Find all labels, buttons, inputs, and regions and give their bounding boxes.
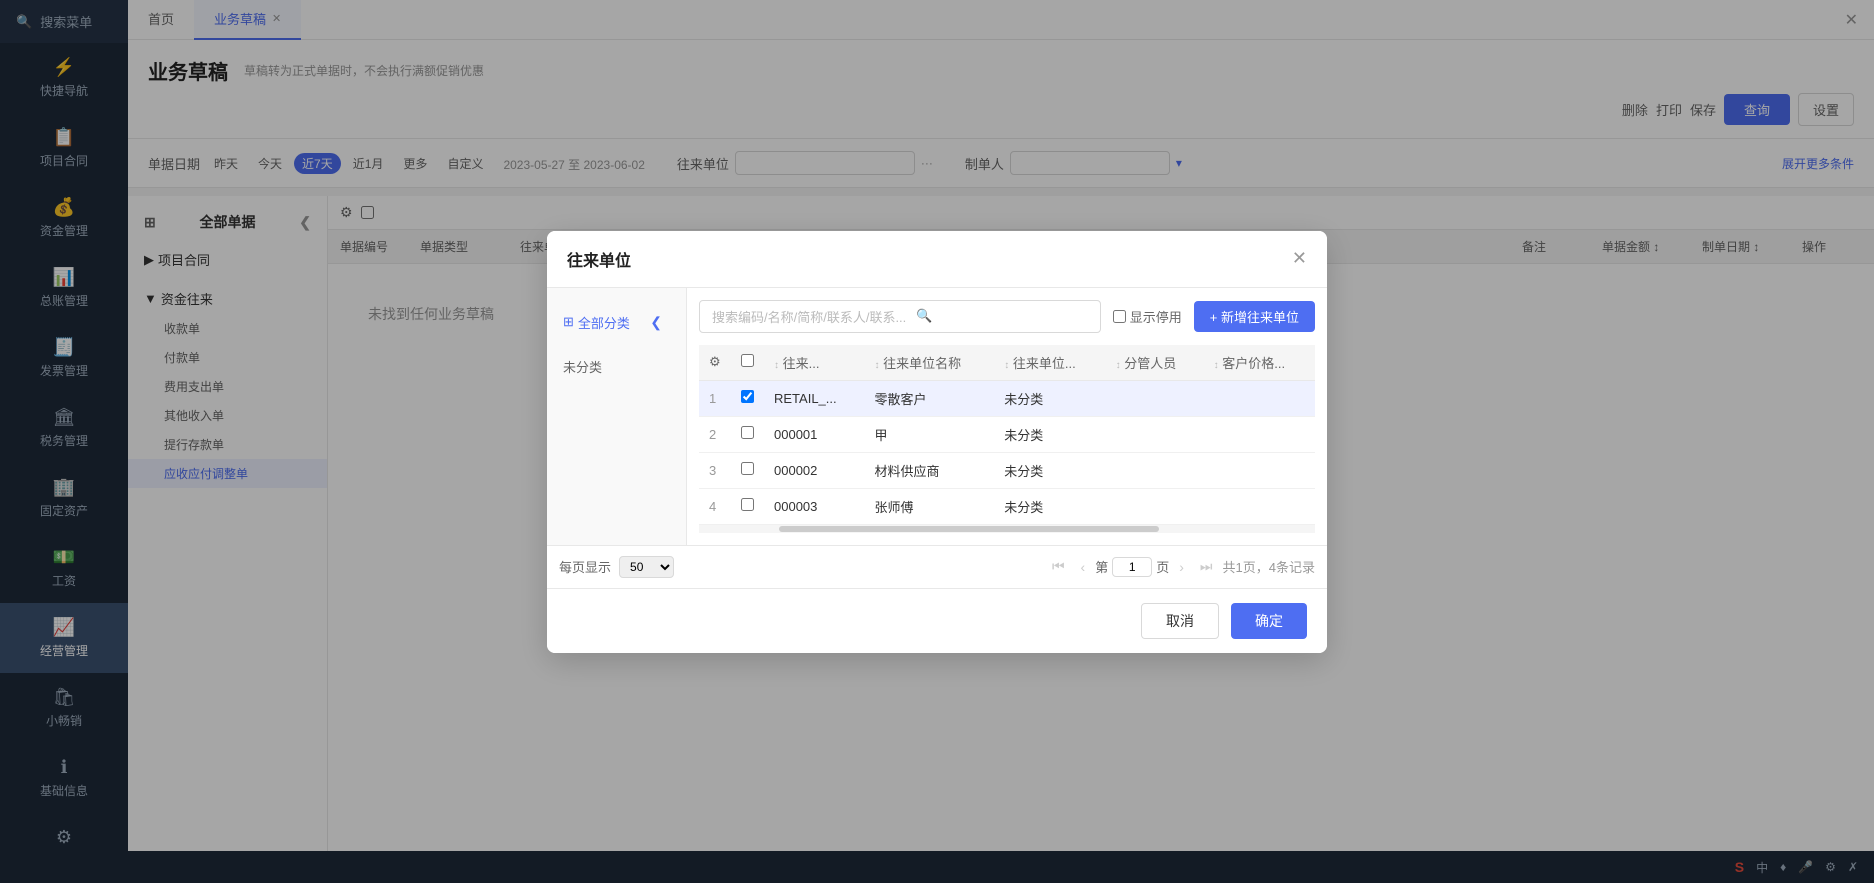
modal-collapse-icon[interactable]: ❮ [642,306,670,339]
row-price-tier [1204,452,1315,488]
page-label: 第 [1095,557,1108,576]
table-row[interactable]: 3 000002 材料供应商 未分类 [699,452,1315,488]
show-disabled-label: 显示停用 [1130,307,1182,326]
row-name: 材料供应商 [865,452,995,488]
scrollbar-thumb[interactable] [779,526,1159,532]
row-salesman [1106,380,1204,416]
th-salesman: ↕ 分管人员 [1106,345,1204,381]
search-input-wrap[interactable]: 搜索编码/名称/简称/联系人/联系... 🔍 [699,300,1101,333]
search-icon: 🔍 [916,308,932,324]
all-category-label: 全部分类 [578,313,630,332]
table-check-all[interactable] [741,354,754,367]
row-category: 未分类 [994,452,1105,488]
add-partner-button[interactable]: + 新增往来单位 [1194,301,1315,332]
th-code: ↕ 往来... [764,345,865,381]
show-disabled-checkbox[interactable] [1113,310,1126,323]
row-salesman [1106,488,1204,524]
th-check[interactable] [731,345,764,381]
modal-header: 往来单位 ✕ [547,231,1327,288]
row-category: 未分类 [994,416,1105,452]
modal-table: ⚙ ↕ 往来... ↕ 往来单位名称 ↕ 往来单位... ↕ 分管人员 ↕ 客户… [699,345,1315,525]
row-category: 未分类 [994,488,1105,524]
grid-icon: ⊞ [563,314,574,330]
row-code: RETAIL_... [764,380,865,416]
th-name: ↕ 往来单位名称 [865,345,995,381]
row-price-tier [1204,380,1315,416]
uncategorized-item[interactable]: 未分类 [547,349,686,384]
row-salesman [1106,416,1204,452]
confirm-button[interactable]: 确定 [1231,603,1307,639]
page-number-input[interactable] [1112,557,1152,577]
row-name: 张师傅 [865,488,995,524]
modal-right-panel: 搜索编码/名称/简称/联系人/联系... 🔍 显示停用 + 新增往来单位 [687,288,1327,545]
table-row[interactable]: 4 000003 张师傅 未分类 [699,488,1315,524]
show-disabled-wrap: 显示停用 [1113,307,1182,326]
row-check[interactable] [731,380,764,416]
row-num: 2 [699,416,731,452]
page-next-button[interactable]: › [1173,557,1190,577]
page-last-button[interactable]: ⏭ [1194,556,1219,577]
total-info: 共1页，4条记录 [1223,557,1315,576]
page-size-select[interactable]: 50 10 20 100 [619,556,674,578]
row-num: 1 [699,380,731,416]
row-check[interactable] [731,488,764,524]
row-code: 000003 [764,488,865,524]
modal-body: ⊞ 全部分类 ❮ 未分类 搜索编码/名称/简称/联系人/联系... 🔍 [547,288,1327,545]
modal-all-category[interactable]: ⊞ 全部分类 ❮ [547,296,686,349]
uncategorized-label: 未分类 [563,360,602,375]
row-name: 零散客户 [865,380,995,416]
modal-close-button[interactable]: ✕ [1292,248,1307,269]
table-row[interactable]: 1 RETAIL_... 零散客户 未分类 [699,380,1315,416]
row-name: 甲 [865,416,995,452]
modal-title: 往来单位 [567,247,631,271]
modal-left-panel: ⊞ 全部分类 ❮ 未分类 [547,288,687,545]
page-size-label: 每页显示 [559,557,611,576]
page-first-button[interactable]: ⏮ [1046,556,1071,577]
row-num: 4 [699,488,731,524]
modal-table-body: 1 RETAIL_... 零散客户 未分类 2 000001 甲 未分类 3 0… [699,380,1315,524]
horizontal-scrollbar[interactable] [699,525,1315,533]
table-row[interactable]: 2 000001 甲 未分类 [699,416,1315,452]
row-price-tier [1204,488,1315,524]
pagination-left: 每页显示 50 10 20 100 [559,556,674,578]
th-category: ↕ 往来单位... [994,345,1105,381]
row-category: 未分类 [994,380,1105,416]
th-price-tier: ↕ 客户价格... [1204,345,1315,381]
modal-actions: 取消 确定 [547,588,1327,653]
search-placeholder: 搜索编码/名称/简称/联系人/联系... [712,307,906,326]
modal-search-row: 搜索编码/名称/简称/联系人/联系... 🔍 显示停用 + 新增往来单位 [699,300,1315,333]
row-salesman [1106,452,1204,488]
page-prev-button[interactable]: ‹ [1075,557,1092,577]
modal-table-wrap: ⚙ ↕ 往来... ↕ 往来单位名称 ↕ 往来单位... ↕ 分管人员 ↕ 客户… [699,345,1315,525]
page-unit: 页 [1156,557,1169,576]
th-settings[interactable]: ⚙ [699,345,731,381]
row-check[interactable] [731,416,764,452]
counterpart-modal: 往来单位 ✕ ⊞ 全部分类 ❮ 未分类 搜索编码/ [547,231,1327,653]
cancel-button[interactable]: 取消 [1141,603,1219,639]
row-code: 000001 [764,416,865,452]
modal-pagination: 每页显示 50 10 20 100 ⏮ ‹ 第 页 › ⏭ 共1页，4条记录 [547,545,1327,588]
row-check[interactable] [731,452,764,488]
row-code: 000002 [764,452,865,488]
pagination-nav: ⏮ ‹ 第 页 › ⏭ 共1页，4条记录 [1046,556,1315,577]
modal-table-header-row: ⚙ ↕ 往来... ↕ 往来单位名称 ↕ 往来单位... ↕ 分管人员 ↕ 客户… [699,345,1315,381]
row-price-tier [1204,416,1315,452]
modal-overlay: 往来单位 ✕ ⊞ 全部分类 ❮ 未分类 搜索编码/ [0,0,1874,883]
row-num: 3 [699,452,731,488]
